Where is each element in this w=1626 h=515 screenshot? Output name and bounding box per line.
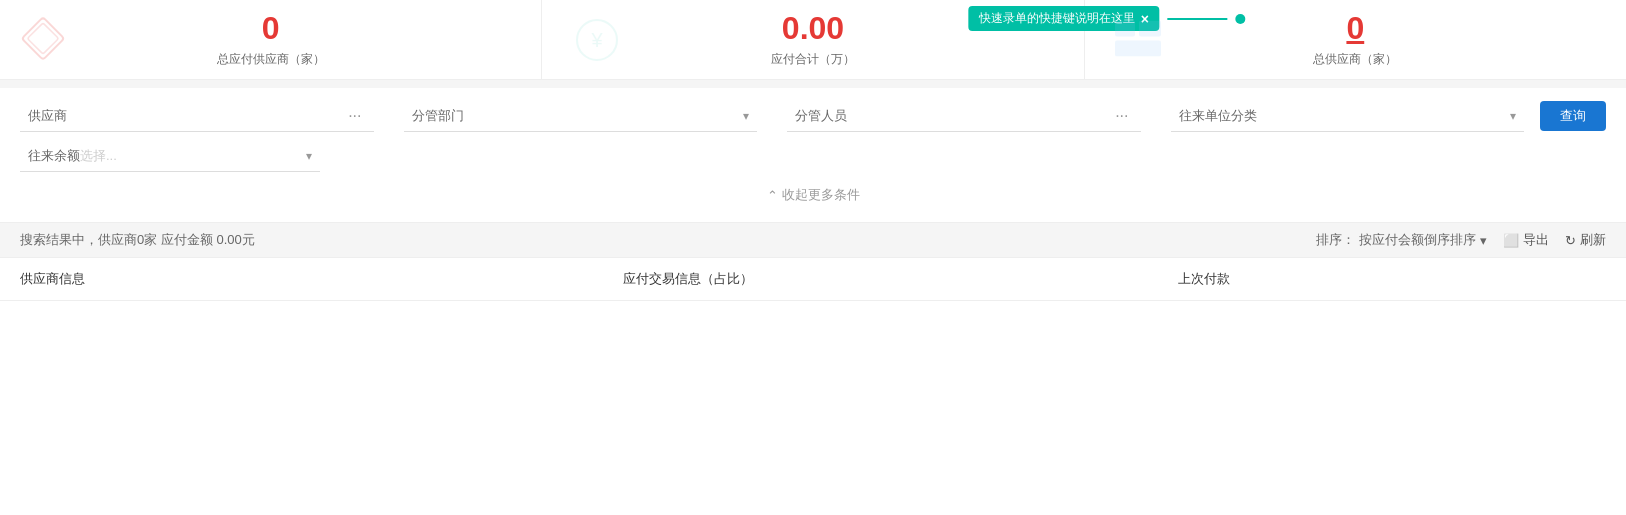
filter-dept-input[interactable] (464, 108, 744, 123)
svg-rect-5 (1139, 20, 1161, 36)
filter-section: 供应商 ··· 分管部门 ▾ 分管人员 ··· 往来单位分类 ▾ 查询 往来 (0, 88, 1626, 223)
collapse-section: ⌃ 收起更多条件 (20, 176, 1606, 214)
filter-supplier-label: 供应商 (28, 107, 78, 125)
refresh-icon: ↻ (1565, 233, 1576, 248)
sort-arrow-icon: ▾ (1480, 233, 1487, 248)
export-label: 导出 (1523, 231, 1549, 249)
stat-total-payable-suppliers: 0 总应付供应商（家） (0, 0, 542, 79)
filter-unit-class-arrow[interactable]: ▾ (1510, 109, 1516, 123)
collapse-icon: ⌃ (767, 188, 778, 203)
export-icon: ⬜ (1503, 233, 1519, 248)
table-area: 供应商信息 应付交易信息（占比） 上次付款 (0, 258, 1626, 515)
filter-person-label: 分管人员 (795, 107, 847, 125)
stat-payable-suppliers-number: 0 (262, 11, 280, 46)
logo-icon (20, 15, 66, 64)
collapse-button[interactable]: ⌃ 收起更多条件 (751, 180, 876, 210)
table-col-payable-info: 应付交易信息（占比） (623, 270, 1178, 288)
stat-total-suppliers: 快速录单的快捷键说明在这里 × 0 总供应商（家） (1085, 0, 1626, 79)
sort-select[interactable]: 排序： 按应付会额倒序排序 ▾ (1316, 231, 1487, 249)
collapse-label: 收起更多条件 (782, 186, 860, 204)
stat-payable-suppliers-label: 总应付供应商（家） (217, 51, 325, 68)
result-actions: 排序： 按应付会额倒序排序 ▾ ⬜ 导出 ↻ 刷新 (1316, 231, 1606, 249)
tooltip-dot (1235, 14, 1245, 24)
coin-icon: ¥ (572, 15, 622, 65)
stat-payable-total-number: 0.00 (782, 11, 844, 46)
svg-rect-6 (1115, 40, 1161, 56)
stat-payable-total-label: 应付合计（万） (771, 51, 855, 68)
result-bar: 搜索结果中，供应商0家 应付金额 0.00元 排序： 按应付会额倒序排序 ▾ ⬜… (0, 223, 1626, 258)
filter-unit-class: 往来单位分类 ▾ (1171, 100, 1525, 132)
filter-row-2: 往来余额 选择... ▾ (20, 140, 1606, 172)
refresh-label: 刷新 (1580, 231, 1606, 249)
refresh-button[interactable]: ↻ 刷新 (1565, 231, 1606, 249)
filter-dept-arrow[interactable]: ▾ (743, 109, 749, 123)
filter-person-input[interactable] (847, 108, 1111, 123)
stat-total-suppliers-label: 总供应商（家） (1313, 51, 1397, 68)
filter-dept: 分管部门 ▾ (404, 100, 758, 132)
export-button[interactable]: ⬜ 导出 (1503, 231, 1549, 249)
filter-unit-class-label: 往来单位分类 (1179, 107, 1257, 125)
table-body (0, 301, 1626, 515)
sort-label: 排序： (1316, 231, 1355, 249)
filter-balance: 往来余额 选择... ▾ (20, 140, 320, 172)
search-button[interactable]: 查询 (1540, 101, 1606, 131)
svg-rect-4 (1115, 20, 1135, 36)
filter-row-1: 供应商 ··· 分管部门 ▾ 分管人员 ··· 往来单位分类 ▾ 查询 (20, 100, 1606, 132)
filter-balance-placeholder: 选择... (80, 147, 117, 165)
table-col-last-payment: 上次付款 (1178, 270, 1606, 288)
sort-value: 按应付会额倒序排序 (1359, 231, 1476, 249)
filter-supplier-dots[interactable]: ··· (344, 107, 365, 125)
filter-supplier: 供应商 ··· (20, 100, 374, 132)
stat-total-suppliers-number[interactable]: 0 (1346, 11, 1364, 46)
filter-person: 分管人员 ··· (787, 100, 1141, 132)
table-col-supplier-info: 供应商信息 (20, 270, 623, 288)
table-header: 供应商信息 应付交易信息（占比） 上次付款 (0, 258, 1626, 301)
filter-balance-label: 往来余额 (28, 147, 80, 165)
filter-balance-arrow[interactable]: ▾ (306, 149, 312, 163)
tooltip-line (1167, 18, 1227, 20)
tooltip-text: 快速录单的快捷键说明在这里 (979, 10, 1135, 27)
filter-dept-label: 分管部门 (412, 107, 464, 125)
grid-icon (1115, 20, 1161, 59)
filter-unit-class-input[interactable] (1257, 108, 1511, 123)
filter-supplier-input[interactable] (78, 108, 344, 123)
svg-text:¥: ¥ (591, 29, 604, 51)
tooltip-container: 快速录单的快捷键说明在这里 × (969, 6, 1245, 31)
filter-person-dots[interactable]: ··· (1111, 107, 1132, 125)
result-info: 搜索结果中，供应商0家 应付金额 0.00元 (20, 231, 255, 249)
